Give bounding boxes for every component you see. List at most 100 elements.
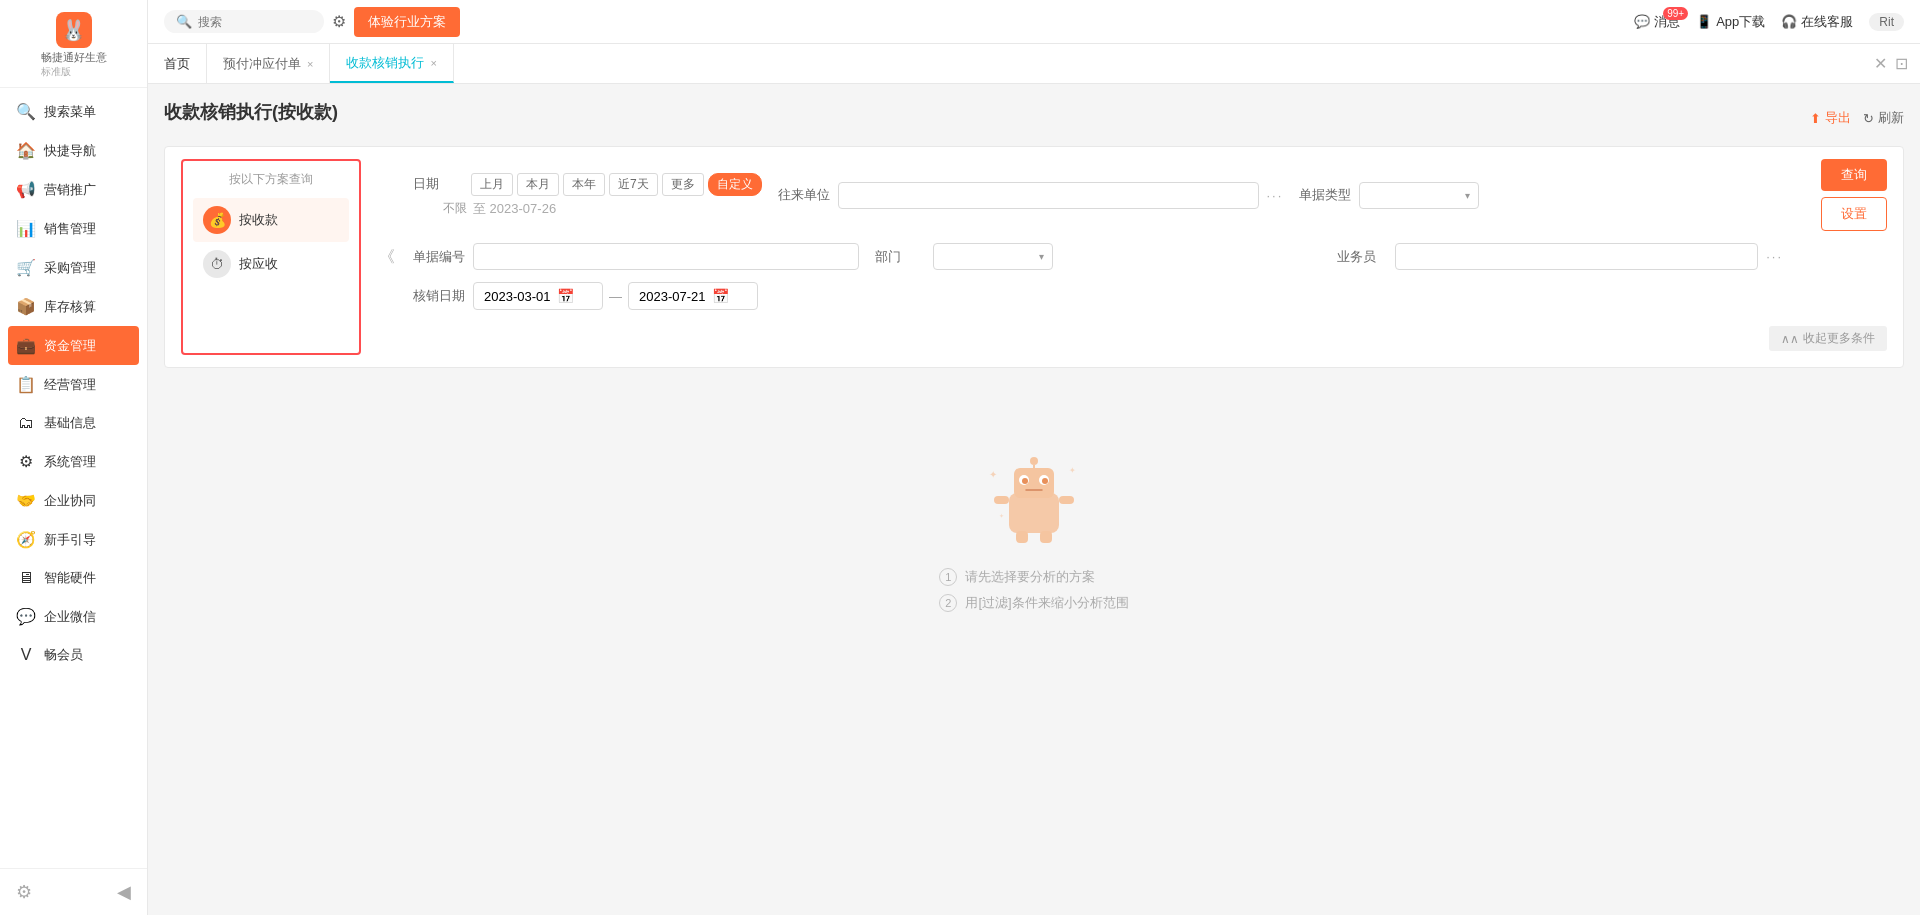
- svg-point-11: [1030, 457, 1038, 465]
- date-btn-this-year[interactable]: 本年: [563, 173, 605, 196]
- sidebar-item-system[interactable]: ⚙ 系统管理: [0, 442, 147, 481]
- message-badge: 99+: [1663, 7, 1688, 20]
- finance-icon: 💼: [16, 336, 36, 355]
- page-title: 收款核销执行(按收款): [164, 100, 338, 124]
- sidebar-item-guide[interactable]: 🧭 新手引导: [0, 520, 147, 559]
- expand-tab-icon[interactable]: ⊡: [1895, 54, 1908, 73]
- tab-receipt[interactable]: 收款核销执行 ×: [330, 44, 453, 83]
- date-to-text: 至 2023-07-26: [473, 200, 556, 218]
- doc-type-select[interactable]: [1360, 183, 1478, 208]
- quicknav-icon: 🏠: [16, 141, 36, 160]
- date-btn-more[interactable]: 更多: [662, 173, 704, 196]
- collapse-sidebar-icon[interactable]: ◀: [117, 881, 131, 903]
- empty-state: ✦ ✦ ✦ 1 请先选择要分析的方案 2 用[过滤]条件来缩小分析范围: [164, 368, 1904, 692]
- refresh-icon: ↻: [1863, 111, 1874, 126]
- counterpart-input[interactable]: [838, 182, 1259, 209]
- svg-point-4: [1022, 478, 1028, 484]
- tab-receipt-close[interactable]: ×: [430, 57, 436, 69]
- svg-rect-7: [994, 496, 1009, 504]
- sidebar-item-member[interactable]: V 畅会员: [0, 636, 147, 674]
- collapse-panel-btn[interactable]: 《: [377, 159, 397, 355]
- industry-btn[interactable]: 体验行业方案: [354, 7, 460, 37]
- sidebar-item-quicknav[interactable]: 🏠 快捷导航: [0, 131, 147, 170]
- close-tab-icon[interactable]: ✕: [1874, 54, 1887, 73]
- sidebar-item-operations[interactable]: 📋 经营管理: [0, 365, 147, 404]
- message-btn[interactable]: 💬 消息 99+: [1634, 13, 1680, 31]
- doc-number-input[interactable]: [473, 243, 859, 270]
- sidebar-item-search[interactable]: 🔍 搜索菜单: [0, 92, 147, 131]
- query-btn[interactable]: 查询: [1821, 159, 1887, 191]
- date-btn-custom[interactable]: 自定义: [708, 173, 762, 196]
- tab-home[interactable]: 首页: [148, 44, 207, 83]
- verify-date-range: 2023-03-01 📅 — 2023-07-21 📅: [473, 282, 758, 310]
- empty-tip-1: 1 请先选择要分析的方案: [939, 568, 1128, 586]
- date-btn-last-month[interactable]: 上月: [471, 173, 513, 196]
- verify-date-start[interactable]: 2023-03-01 📅: [473, 282, 603, 310]
- sidebar-item-sales[interactable]: 📊 销售管理: [0, 209, 147, 248]
- salesman-input[interactable]: [1395, 243, 1758, 270]
- date-group: 日期 上月 本月 本年 近7天 更多 自定义 不限: [413, 173, 762, 218]
- action-buttons: 查询 设置: [1821, 159, 1887, 231]
- sidebar-item-label-enterprise: 企业协同: [44, 492, 96, 510]
- receivable-option-label: 按应收: [239, 255, 278, 273]
- gear-icon[interactable]: ⚙: [332, 12, 346, 31]
- empty-tips: 1 请先选择要分析的方案 2 用[过滤]条件来缩小分析范围: [939, 568, 1128, 612]
- app-download-btn[interactable]: 📱 App下载: [1696, 13, 1765, 31]
- sidebar-item-purchase[interactable]: 🛒 采购管理: [0, 248, 147, 287]
- collapse-label: 收起更多条件: [1803, 330, 1875, 347]
- up-arrow-icon: ∧∧: [1781, 332, 1799, 346]
- tab-receipt-label: 收款核销执行: [346, 54, 424, 72]
- date-btn-this-month[interactable]: 本月: [517, 173, 559, 196]
- dept-select[interactable]: [934, 244, 1052, 269]
- export-btn[interactable]: ⬆ 导出: [1810, 109, 1851, 127]
- sidebar-item-label-guide: 新手引导: [44, 531, 96, 549]
- doc-type-select-wrap: ▾: [1359, 182, 1479, 209]
- salesman-label: 业务员: [1337, 248, 1387, 266]
- topbar: 🔍 ⚙ 体验行业方案 💬 消息 99+ 📱 App下载 🎧 在线客服 Rit: [148, 0, 1920, 44]
- counterpart-label: 往来单位: [778, 186, 830, 204]
- user-avatar[interactable]: Rit: [1869, 13, 1904, 31]
- sidebar-item-label-wechat: 企业微信: [44, 608, 96, 626]
- settings-icon[interactable]: ⚙: [16, 881, 32, 903]
- sidebar-item-hardware[interactable]: 🖥 智能硬件: [0, 559, 147, 597]
- tab-bar-actions: ✕ ⊡: [1862, 54, 1920, 73]
- salesman-group: 业务员 ···: [1337, 243, 1783, 270]
- counterpart-dots[interactable]: ···: [1267, 188, 1284, 203]
- tip-num-1: 1: [939, 568, 957, 586]
- svg-rect-0: [1009, 493, 1059, 533]
- svg-rect-8: [1059, 496, 1074, 504]
- search-bar[interactable]: 🔍: [164, 10, 324, 33]
- wechat-icon: 💬: [16, 607, 36, 626]
- sidebar-item-inventory[interactable]: 📦 库存核算: [0, 287, 147, 326]
- search-input[interactable]: [198, 15, 312, 29]
- tab-prepay-close[interactable]: ×: [307, 58, 313, 70]
- sidebar-item-basic[interactable]: 🗂 基础信息: [0, 404, 147, 442]
- doc-number-group: 单据编号: [413, 243, 859, 270]
- dept-select-wrap: ▾: [933, 243, 1053, 270]
- online-service-btn[interactable]: 🎧 在线客服: [1781, 13, 1853, 31]
- empty-tip-2: 2 用[过滤]条件来缩小分析范围: [939, 594, 1128, 612]
- query-panel-title: 按以下方案查询: [193, 171, 349, 188]
- collapse-conditions-btn[interactable]: ∧∧ 收起更多条件: [1769, 326, 1887, 351]
- sidebar-item-label-purchase: 采购管理: [44, 259, 96, 277]
- date-btn-7days[interactable]: 近7天: [609, 173, 658, 196]
- verify-date-end-value: 2023-07-21: [639, 289, 706, 304]
- query-panel: 按以下方案查询 💰 按收款 ⏱ 按应收: [181, 159, 361, 355]
- logo-icon: 🐰: [56, 12, 92, 48]
- sidebar-item-enterprise[interactable]: 🤝 企业协同: [0, 481, 147, 520]
- sidebar-item-label-operations: 经营管理: [44, 376, 96, 394]
- sidebar-item-finance[interactable]: 💼 资金管理: [8, 326, 139, 365]
- sidebar-item-marketing[interactable]: 📢 营销推广: [0, 170, 147, 209]
- salesman-dots[interactable]: ···: [1766, 249, 1783, 264]
- query-option-receivable[interactable]: ⏱ 按应收: [193, 242, 349, 286]
- settings-btn[interactable]: 设置: [1821, 197, 1887, 231]
- sidebar-item-wechat[interactable]: 💬 企业微信: [0, 597, 147, 636]
- verify-date-end[interactable]: 2023-07-21 📅: [628, 282, 758, 310]
- refresh-btn[interactable]: ↻ 刷新: [1863, 109, 1904, 127]
- tab-home-label: 首页: [164, 55, 190, 73]
- sidebar-item-label-system: 系统管理: [44, 453, 96, 471]
- tip-num-2: 2: [939, 594, 957, 612]
- tab-prepay[interactable]: 预付冲应付单 ×: [207, 44, 330, 83]
- query-option-receipt[interactable]: 💰 按收款: [193, 198, 349, 242]
- sidebar-item-label-hardware: 智能硬件: [44, 569, 96, 587]
